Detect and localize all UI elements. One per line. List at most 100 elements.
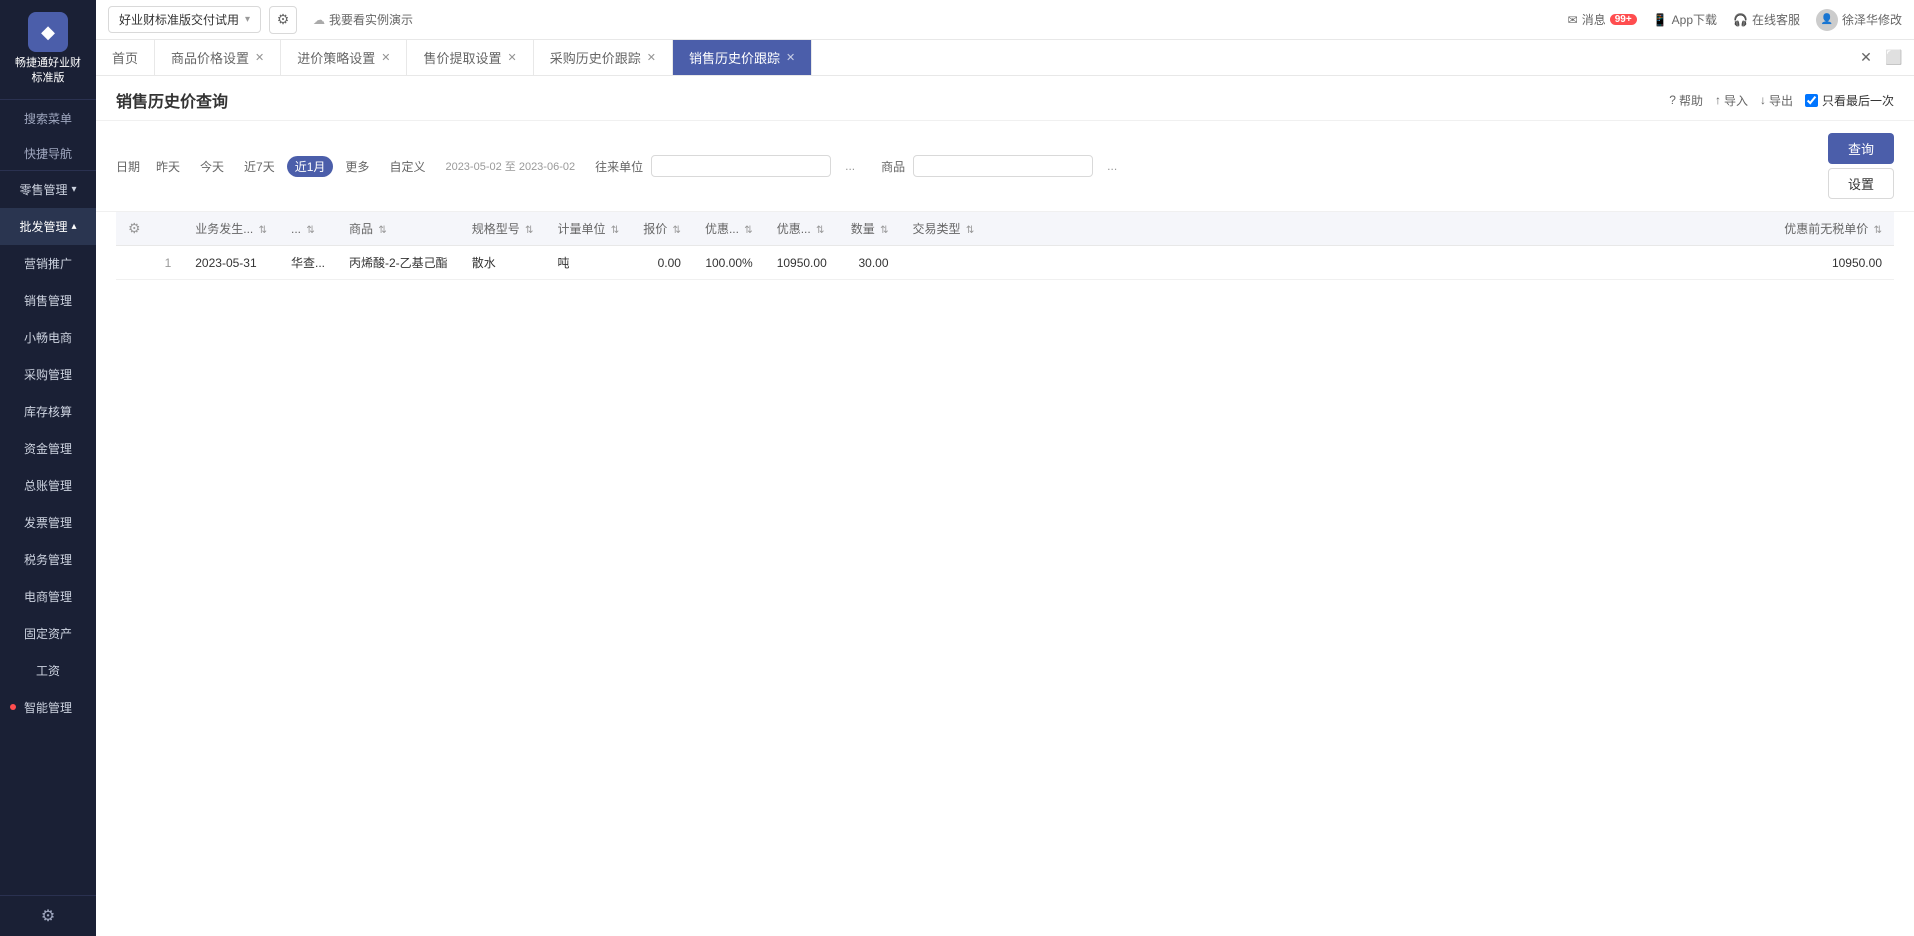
main-area: 好业财标准版交付试用 ▾ ⚙ ☁ 我要看实例演示 ✉ 消息 99+ 📱 App下… [96,0,1914,936]
table-container: ⚙ 业务发生... ⇅ ... ⇅ [96,212,1914,300]
col-product-label: 商品 [349,222,373,236]
row-unit-cell: 吨 [545,246,631,280]
close-icon[interactable]: ✕ [381,51,390,64]
sidebar-item-label: 小畅电商 [24,329,72,346]
sidebar-logo: ◆ 畅捷通好业财 标准版 [0,0,96,100]
close-icon[interactable]: ✕ [508,51,517,64]
sidebar-item-wholesale[interactable]: 批发管理 ▴ [0,208,96,245]
export-label: 导出 [1769,92,1793,109]
tab-purchase-history[interactable]: 采购历史价跟踪 ✕ [534,40,673,76]
sidebar-item-label: 固定资产 [24,625,72,642]
export-link[interactable]: ↓ 导出 [1760,92,1793,109]
module-select[interactable]: 好业财标准版交付试用 ▾ [108,6,261,33]
sidebar-item-invoice[interactable]: 发票管理 [0,504,96,541]
sidebar-item-tax[interactable]: 税务管理 [0,541,96,578]
message-button[interactable]: ✉ 消息 99+ [1568,11,1637,28]
close-tab-button[interactable]: ✕ [1854,46,1878,70]
import-link[interactable]: ↑ 导入 [1715,92,1748,109]
gear-icon[interactable]: ⚙ [128,220,141,236]
filter-row: 日期 昨天 今天 近7天 近1月 更多 自定义 2023-05-02 至 202… [96,121,1914,212]
app-download-button[interactable]: 📱 App下载 [1653,11,1717,28]
col-pretax-price[interactable]: 优惠前无税单价 ⇅ [1772,212,1894,246]
source-filter-group: 往来单位 ... [595,155,861,177]
tabbar: 首页 商品价格设置 ✕ 进价策略设置 ✕ 售价提取设置 ✕ 采购历史价跟踪 ✕ … [96,40,1914,76]
product-input[interactable] [913,155,1093,177]
product-more[interactable]: ... [1101,157,1123,175]
date-last1m[interactable]: 近1月 [287,156,334,177]
row-spec-cell: 散水 [460,246,546,280]
only-last-checkbox-label[interactable]: 只看最后一次 [1805,92,1894,109]
date-yesterday[interactable]: 昨天 [148,156,188,177]
sidebar-item-ecommerce-small[interactable]: 小畅电商 [0,319,96,356]
close-icon[interactable]: ✕ [786,51,795,64]
only-last-checkbox[interactable] [1805,94,1818,107]
sort-icon: ⇅ [611,225,619,236]
tab-home[interactable]: 首页 [96,40,155,76]
col-trade-type[interactable]: 交易类型 ⇅ [901,212,987,246]
sidebar-search[interactable]: 搜索菜单 [0,100,96,137]
date-more[interactable]: 更多 [337,156,377,177]
col-price[interactable]: 报价 ⇅ [631,212,693,246]
date-last7[interactable]: 近7天 [236,156,283,177]
sidebar-item-ecommerce[interactable]: 电商管理 [0,578,96,615]
source-input[interactable] [651,155,831,177]
sidebar-item-smart[interactable]: 智能管理 [0,689,96,726]
col-spacer [986,212,1772,246]
sidebar-quicknav[interactable]: 快捷导航 [0,137,96,171]
col-date[interactable]: 业务发生... ⇅ [183,212,279,246]
tab-sale-history[interactable]: 销售历史价跟踪 ✕ [673,40,812,76]
source-label: 往来单位 [595,158,643,175]
data-table: ⚙ 业务发生... ⇅ ... ⇅ [116,212,1894,280]
tab-product-price[interactable]: 商品价格设置 ✕ [155,40,281,76]
date-label: 日期 [116,158,140,175]
import-label: 导入 [1724,92,1748,109]
maximize-button[interactable]: ⬜ [1882,46,1906,70]
help-link[interactable]: ? 帮助 [1669,92,1703,109]
col-spec[interactable]: 规格型号 ⇅ [460,212,546,246]
query-button[interactable]: 查询 [1828,133,1894,164]
sidebar-item-sales[interactable]: 销售管理 [0,282,96,319]
sidebar-item-inventory[interactable]: 库存核算 [0,393,96,430]
col-price-label: 报价 [643,222,667,236]
topbar-settings-button[interactable]: ⚙ [269,6,297,34]
col3[interactable]: ... ⇅ [279,212,337,246]
online-service-button[interactable]: 🎧 在线客服 [1733,11,1800,28]
sidebar-item-marketing[interactable]: 营销推广 [0,245,96,282]
close-icon[interactable]: ✕ [255,51,264,64]
help-label: 帮助 [1679,92,1703,109]
tab-sale-extract[interactable]: 售价提取设置 ✕ [407,40,533,76]
row-discount-pct: 100.00% [705,256,752,270]
col-unit[interactable]: 计量单位 ⇅ [545,212,631,246]
sort-icon: ⇅ [744,225,752,236]
date-today[interactable]: 今天 [192,156,232,177]
sidebar-item-finance[interactable]: 资金管理 [0,430,96,467]
user-menu[interactable]: 👤 徐泽华修改 [1816,9,1902,31]
date-custom[interactable]: 自定义 [381,156,433,177]
col-trade-type-label: 交易类型 [913,222,961,236]
tab-purchase-strategy[interactable]: 进价策略设置 ✕ [281,40,407,76]
demo-link[interactable]: ☁ 我要看实例演示 [313,11,413,28]
service-label: 在线客服 [1752,11,1800,28]
col-discount-amt[interactable]: 优惠... ⇅ [765,212,839,246]
sidebar-item-label: 工资 [36,662,60,679]
settings-button[interactable]: 设置 [1828,168,1894,199]
sidebar-logo-text1: 畅捷通好业财 [8,56,88,71]
settings-icon[interactable]: ⚙ [41,908,55,925]
col-num [153,212,184,246]
sidebar-item-purchase[interactable]: 采购管理 [0,356,96,393]
col-qty[interactable]: 数量 ⇅ [839,212,901,246]
col-qty-label: 数量 [851,222,875,236]
sidebar-item-ledger[interactable]: 总账管理 [0,467,96,504]
row-spacer-cell [986,246,1772,280]
sidebar-item-payroll[interactable]: 工资 [0,652,96,689]
date-options: 昨天 今天 近7天 近1月 更多 自定义 [148,156,433,177]
sidebar: ◆ 畅捷通好业财 标准版 搜索菜单 快捷导航 零售管理 ▾ 批发管理 ▴ 营销推… [0,0,96,936]
col-discount-pct[interactable]: 优惠... ⇅ [693,212,765,246]
close-icon[interactable]: ✕ [647,51,656,64]
avatar: 👤 [1816,9,1838,31]
sidebar-item-label: 智能管理 [24,699,72,716]
sidebar-item-assets[interactable]: 固定资产 [0,615,96,652]
col-product[interactable]: 商品 ⇅ [337,212,460,246]
source-more[interactable]: ... [839,157,861,175]
sidebar-item-retail[interactable]: 零售管理 ▾ [0,171,96,208]
